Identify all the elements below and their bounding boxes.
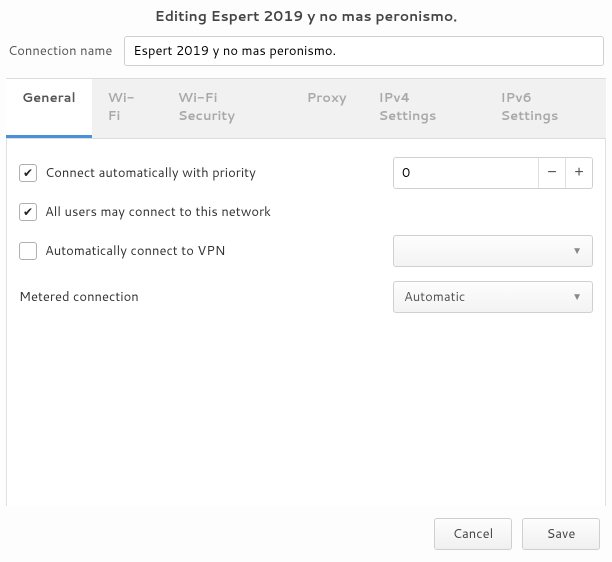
all-users-label: All users may connect to this network	[45, 203, 271, 221]
auto-vpn-checkbox[interactable]	[19, 242, 37, 260]
tab-proxy[interactable]: Proxy	[291, 79, 363, 138]
metered-selected-value: Automatic	[404, 288, 465, 306]
priority-decrement[interactable]: −	[538, 158, 565, 188]
tab-wifi[interactable]: Wi-Fi	[92, 79, 162, 138]
tab-ipv4[interactable]: IPv4 Settings	[362, 79, 484, 138]
connection-name-label: Connection name	[8, 42, 112, 60]
tab-general[interactable]: General	[6, 79, 92, 138]
save-button[interactable]: Save	[522, 518, 600, 550]
tab-bar: General Wi-Fi Wi-Fi Security Proxy IPv4 …	[6, 78, 606, 139]
metered-combobox[interactable]: Automatic ▼	[393, 281, 593, 313]
tab-ipv6[interactable]: IPv6 Settings	[484, 79, 606, 138]
priority-spinbox: − +	[393, 157, 593, 189]
priority-increment[interactable]: +	[565, 158, 592, 188]
priority-input[interactable]	[394, 158, 538, 188]
auto-connect-label: Connect automatically with priority	[45, 164, 256, 182]
chevron-down-icon: ▼	[572, 244, 582, 258]
vpn-combobox[interactable]: ▼	[393, 235, 593, 267]
general-panel: Connect automatically with priority − + …	[6, 139, 606, 506]
tab-wifi-security[interactable]: Wi-Fi Security	[162, 79, 291, 138]
all-users-checkbox[interactable]	[19, 203, 37, 221]
window-title: Editing Espert 2019 y no mas peronismo.	[0, 0, 612, 36]
metered-label: Metered connection	[19, 288, 139, 306]
auto-connect-checkbox[interactable]	[19, 164, 37, 182]
chevron-down-icon: ▼	[572, 290, 582, 304]
auto-vpn-label: Automatically connect to VPN	[45, 242, 225, 260]
cancel-button[interactable]: Cancel	[434, 518, 512, 550]
connection-name-input[interactable]	[124, 36, 604, 66]
